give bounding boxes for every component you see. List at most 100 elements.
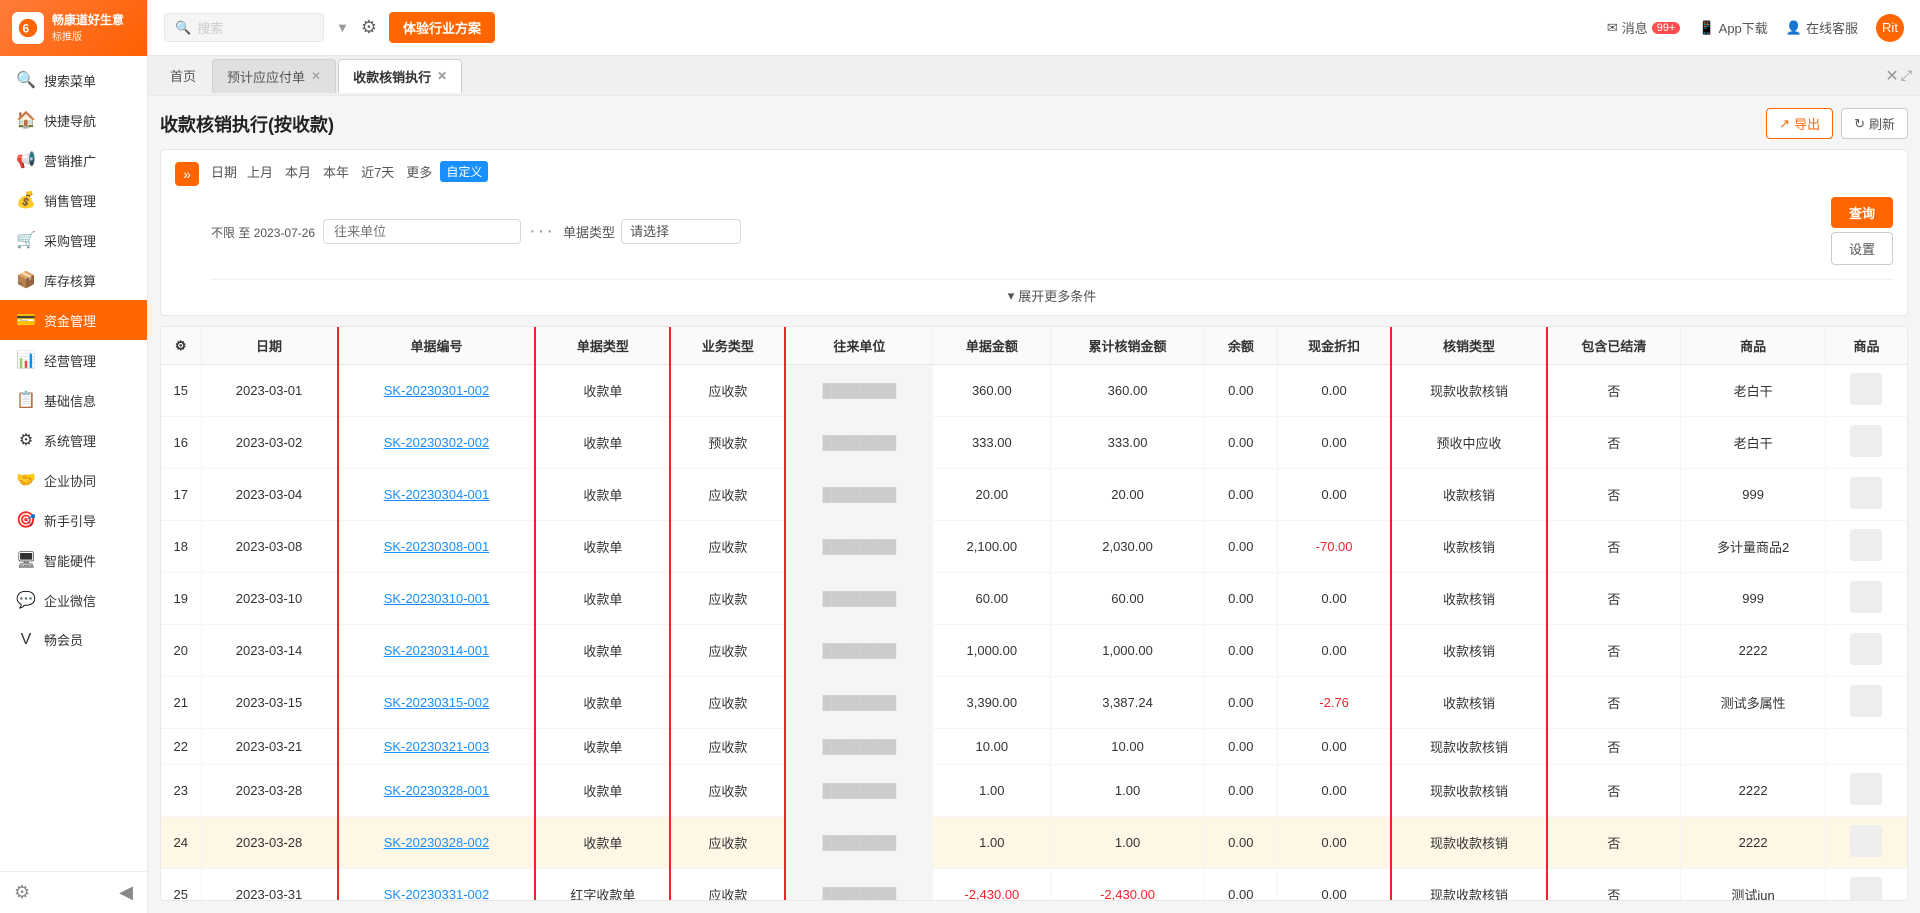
export-button[interactable]: ↗ 导出: [1766, 108, 1833, 139]
sidebar-item-basic[interactable]: 📋基础信息: [0, 380, 147, 420]
dropdown-selector[interactable]: ▼: [336, 20, 349, 35]
row-biz-type: 应收款: [670, 573, 785, 625]
user-avatar[interactable]: Rit: [1876, 14, 1904, 42]
collapse-icon[interactable]: ◀: [119, 882, 133, 903]
tab-bar: 首页 预计应应付单 ✕ 收款核销执行 ✕ ✕ ⤢: [148, 56, 1920, 96]
date-this-year[interactable]: 本年: [319, 160, 353, 183]
sidebar-item-wechat[interactable]: 💬企业微信: [0, 580, 147, 620]
sidebar-item-finance[interactable]: 💳 资金管理: [0, 300, 147, 340]
row-include-settled: 否: [1547, 521, 1681, 573]
sidebar-item-shortcuts[interactable]: 🏠快捷导航: [0, 100, 147, 140]
query-button[interactable]: 查询: [1831, 197, 1893, 228]
set-button[interactable]: 设置: [1831, 232, 1893, 265]
table-row: 24 2023-03-28 SK-20230328-002 收款单 应收款 ██…: [161, 817, 1907, 869]
date-more[interactable]: 更多: [402, 160, 436, 183]
tab-collection[interactable]: 收款核销执行 ✕: [338, 59, 462, 93]
row-include-settled: 否: [1547, 625, 1681, 677]
row-partner: ████████: [785, 573, 933, 625]
close-window-icon[interactable]: ✕: [1885, 66, 1898, 86]
gear-icon[interactable]: ⚙: [361, 17, 377, 38]
row-partner: ████████: [785, 521, 933, 573]
voucher-link[interactable]: SK-20230304-001: [384, 487, 490, 502]
date-custom[interactable]: 自定义: [440, 161, 488, 182]
tab-collection-close[interactable]: ✕: [437, 69, 447, 83]
finance-nav-icon: 💳: [16, 310, 36, 330]
sidebar-item-sales[interactable]: 💰销售管理: [0, 180, 147, 220]
sidebar-item-inventory[interactable]: 📦库存核算: [0, 260, 147, 300]
row-product2: [1825, 365, 1907, 417]
row-date: 2023-03-28: [201, 817, 338, 869]
row-biz-type: 应收款: [670, 729, 785, 765]
global-search[interactable]: 🔍 搜索: [164, 13, 324, 42]
tab-collection-label: 收款核销执行: [353, 67, 431, 86]
partner-input[interactable]: [323, 219, 521, 244]
sidebar-item-search[interactable]: 🔍搜索菜单: [0, 60, 147, 100]
trial-button[interactable]: 体验行业方案: [389, 12, 495, 43]
sidebar-item-operation[interactable]: 📊经营管理: [0, 340, 147, 380]
svg-text:6: 6: [23, 22, 30, 36]
sidebar-item-marketing[interactable]: 📢营销推广: [0, 140, 147, 180]
messages-action[interactable]: ✉ 消息 99+: [1607, 18, 1681, 37]
date-this-month[interactable]: 本月: [281, 160, 315, 183]
filter-expand-button[interactable]: »: [175, 162, 199, 186]
voucher-type-select[interactable]: 请选择: [621, 219, 741, 244]
voucher-link[interactable]: SK-20230331-002: [384, 887, 490, 901]
voucher-link[interactable]: SK-20230301-002: [384, 383, 490, 398]
refresh-button[interactable]: ↻ 刷新: [1841, 108, 1908, 139]
col-partner: 往来单位: [785, 327, 933, 365]
dropdown-label: ▼: [336, 20, 349, 35]
tab-payable-close[interactable]: ✕: [311, 69, 321, 83]
expand-icon[interactable]: ⤢: [1901, 67, 1912, 84]
sidebar-item-hardware[interactable]: 🖥智能硬件: [0, 540, 147, 580]
row-biz-type: 应收款: [670, 765, 785, 817]
mobile-icon: 📱: [1698, 20, 1714, 36]
voucher-link[interactable]: SK-20230315-002: [384, 695, 490, 710]
row-voucher-no: SK-20230301-002: [338, 365, 536, 417]
row-partner: ████████: [785, 417, 933, 469]
online-service-label: 在线客服: [1806, 18, 1858, 37]
voucher-link[interactable]: SK-20230328-002: [384, 835, 490, 850]
expand-more-button[interactable]: ▾ 展开更多条件: [211, 279, 1893, 305]
voucher-link[interactable]: SK-20230328-001: [384, 783, 490, 798]
sidebar-item-system[interactable]: ⚙系统管理: [0, 420, 147, 460]
col-voucher-no: 单据编号: [338, 327, 536, 365]
tab-payable[interactable]: 预计应应付单 ✕: [212, 59, 336, 93]
row-product2: [1825, 417, 1907, 469]
row-amount: 360.00: [933, 365, 1051, 417]
voucher-link[interactable]: SK-20230321-003: [384, 739, 490, 754]
operation-nav-icon: 📊: [16, 350, 36, 370]
sidebar-item-purchase[interactable]: 🛒采购管理: [0, 220, 147, 260]
row-date: 2023-03-01: [201, 365, 338, 417]
row-balance: 0.00: [1204, 817, 1277, 869]
basic-nav-icon: 📋: [16, 390, 36, 410]
table-row: 20 2023-03-14 SK-20230314-001 收款单 应收款 ██…: [161, 625, 1907, 677]
date-filter-group: 日期 上月 本月 本年 近7天 更多 自定义: [211, 160, 488, 183]
voucher-link[interactable]: SK-20230310-001: [384, 591, 490, 606]
row-verified-amount: 60.00: [1051, 573, 1205, 625]
guide-nav-icon: 🎯: [16, 510, 36, 530]
row-amount: 3,390.00: [933, 677, 1051, 729]
col-gear[interactable]: ⚙: [161, 327, 201, 365]
row-amount: 333.00: [933, 417, 1051, 469]
online-service-action[interactable]: 👤 在线客服: [1786, 18, 1858, 37]
row-cash-discount: 0.00: [1277, 417, 1391, 469]
finance-nav-label: 资金管理: [44, 311, 96, 330]
voucher-type-label: 单据类型: [563, 222, 615, 241]
app-download-action[interactable]: 📱 App下载: [1698, 18, 1767, 37]
voucher-link[interactable]: SK-20230314-001: [384, 643, 490, 658]
settings-icon[interactable]: ⚙: [14, 882, 30, 903]
sidebar-item-enterprise[interactable]: 🤝企业协同: [0, 460, 147, 500]
date-last-month[interactable]: 上月: [243, 160, 277, 183]
col-voucher-type: 单据类型: [535, 327, 670, 365]
voucher-link[interactable]: SK-20230308-001: [384, 539, 490, 554]
row-balance: 0.00: [1204, 765, 1277, 817]
row-product: 老白干: [1681, 365, 1826, 417]
date-7days[interactable]: 近7天: [357, 160, 398, 183]
sidebar-item-member[interactable]: V畅会员: [0, 620, 147, 659]
gear-col-icon[interactable]: ⚙: [175, 338, 187, 353]
row-num: 22: [161, 729, 201, 765]
row-partner: ████████: [785, 869, 933, 902]
tab-home[interactable]: 首页: [156, 59, 210, 93]
sidebar-item-guide[interactable]: 🎯新手引导: [0, 500, 147, 540]
voucher-link[interactable]: SK-20230302-002: [384, 435, 490, 450]
